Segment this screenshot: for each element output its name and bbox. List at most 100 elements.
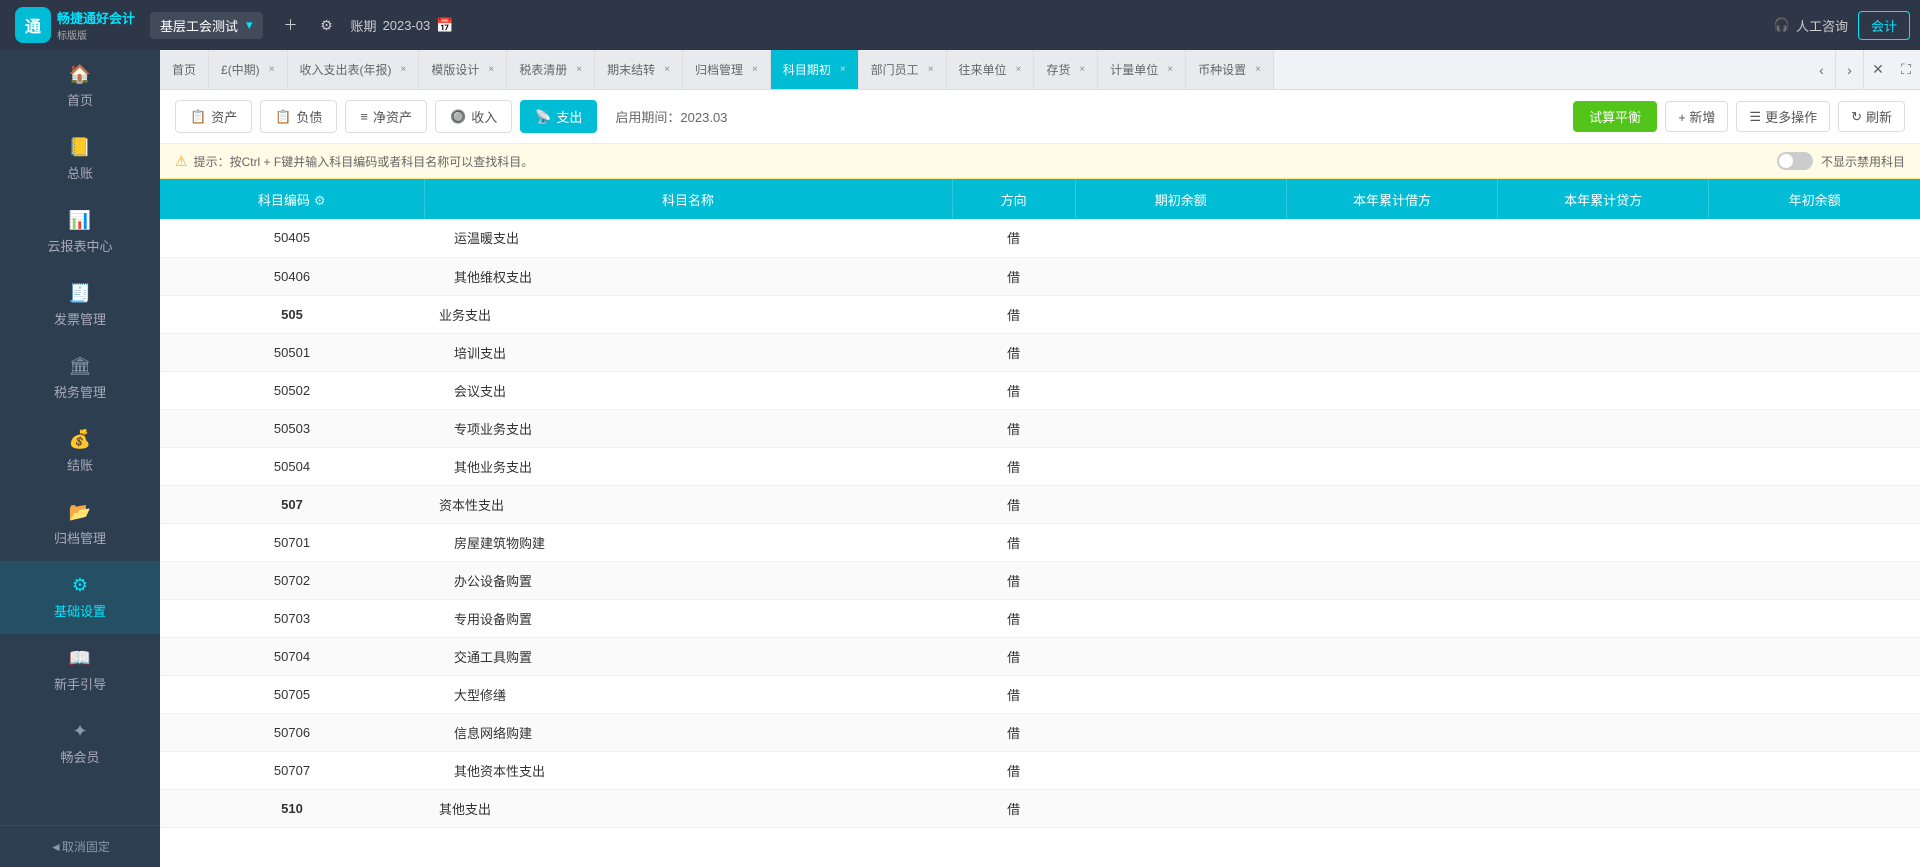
table-row[interactable]: 50501 培训支出 借 bbox=[160, 333, 1920, 371]
table-row[interactable]: 50502 会议支出 借 bbox=[160, 371, 1920, 409]
tab-close-btn[interactable]: × bbox=[752, 64, 758, 75]
tab-close-btn[interactable]: × bbox=[1079, 64, 1085, 75]
tab-----[interactable]: 归档管理× bbox=[683, 50, 771, 89]
tab-close-btn[interactable]: × bbox=[401, 64, 407, 75]
table-row[interactable]: 505 业务支出 借 bbox=[160, 295, 1920, 333]
table-row[interactable]: 510 其他支出 借 bbox=[160, 789, 1920, 827]
cat-tab-liability[interactable]: 📋负债 bbox=[260, 100, 337, 133]
tab----------[interactable]: 收入支出表(年报)× bbox=[288, 50, 420, 89]
user-help[interactable]: 🎧 人工咨询 bbox=[1774, 16, 1848, 35]
cell-annual-credit bbox=[1498, 371, 1709, 409]
cell-name: 其他资本性支出 bbox=[424, 751, 952, 789]
sidebar-item-reports[interactable]: 📊云报表中心 bbox=[0, 196, 160, 269]
cell-annual-debit bbox=[1286, 371, 1497, 409]
tab-----[interactable]: 税表清册× bbox=[507, 50, 595, 89]
cat-tab-equity[interactable]: ≡净资产 bbox=[345, 100, 427, 133]
sidebar-label-ledger: 总账 bbox=[67, 163, 93, 182]
hint-text: 提示：按Ctrl + F键并输入科目编码或者科目名称可以查找科目。 bbox=[194, 153, 534, 170]
sidebar-item-member[interactable]: ✦畅会员 bbox=[0, 707, 160, 780]
col-gear-icon[interactable]: ⚙ bbox=[314, 193, 326, 208]
cell-annual-debit bbox=[1286, 637, 1497, 675]
tab-----[interactable]: 往来单位× bbox=[947, 50, 1035, 89]
tab-close-btn[interactable]: × bbox=[1016, 64, 1022, 75]
tab-nav-left[interactable]: ‹ bbox=[1808, 50, 1836, 89]
table-container[interactable]: 科目编码⚙科目名称方向期初余额本年累计借方本年累计贷方年初余额 50405 运温… bbox=[160, 179, 1920, 867]
tab-close-btn[interactable]: × bbox=[488, 64, 494, 75]
tab-----[interactable]: 模版设计× bbox=[419, 50, 507, 89]
cell-direction: 借 bbox=[952, 371, 1075, 409]
tab-expand[interactable]: ⛶ bbox=[1892, 50, 1920, 89]
table-row[interactable]: 50406 其他维权支出 借 bbox=[160, 257, 1920, 295]
calendar-icon[interactable]: 📅 bbox=[436, 17, 453, 34]
cat-tab-asset[interactable]: 📋资产 bbox=[175, 100, 252, 133]
sidebar-label-settings: 基础设置 bbox=[54, 601, 106, 620]
cell-balance bbox=[1075, 713, 1286, 751]
table-row[interactable]: 50503 专项业务支出 借 bbox=[160, 409, 1920, 447]
company-selector[interactable]: 基层工会测试 ▾ bbox=[150, 12, 263, 39]
sidebar-item-settings[interactable]: ⚙基础设置 bbox=[0, 561, 160, 634]
cell-year-balance bbox=[1709, 219, 1920, 257]
tab-----[interactable]: 部门员工 × bbox=[859, 50, 947, 89]
cell-balance bbox=[1075, 637, 1286, 675]
table-row[interactable]: 50703 专用设备购置 借 bbox=[160, 599, 1920, 637]
tab-label: £(中期) bbox=[221, 61, 260, 78]
tab-----[interactable]: 期末结转× bbox=[595, 50, 683, 89]
th-year_balance: 年初余额 bbox=[1709, 179, 1920, 219]
tab-close-btn[interactable]: × bbox=[840, 64, 846, 75]
cell-annual-debit bbox=[1286, 599, 1497, 637]
more-button[interactable]: ☰ 更多操作 bbox=[1736, 101, 1830, 132]
tab---[interactable]: 首页 bbox=[160, 50, 209, 89]
tab------[interactable]: £(中期) × bbox=[209, 50, 288, 89]
table-row[interactable]: 50706 信息网络购建 借 bbox=[160, 713, 1920, 751]
help-label: 人工咨询 bbox=[1796, 16, 1848, 35]
table-row[interactable]: 50405 运温暖支出 借 bbox=[160, 219, 1920, 257]
cell-annual-debit bbox=[1286, 789, 1497, 827]
table-row[interactable]: 50701 房屋建筑物购建 借 bbox=[160, 523, 1920, 561]
cell-balance bbox=[1075, 789, 1286, 827]
cell-annual-credit bbox=[1498, 675, 1709, 713]
sidebar-item-tax[interactable]: 🏛税务管理 bbox=[0, 342, 160, 415]
company-name: 基层工会测试 bbox=[160, 16, 238, 35]
cell-year-balance bbox=[1709, 713, 1920, 751]
tab-----[interactable]: 币种设置× bbox=[1186, 50, 1274, 89]
tab---[interactable]: 存货× bbox=[1034, 50, 1098, 89]
sidebar-item-home[interactable]: 🏠首页 bbox=[0, 50, 160, 123]
add-button[interactable]: + 新增 bbox=[1665, 101, 1728, 132]
table-row[interactable]: 50704 交通工具购置 借 bbox=[160, 637, 1920, 675]
sidebar-item-invoices[interactable]: 🧾发票管理 bbox=[0, 269, 160, 342]
tab-close-all[interactable]: ✕ bbox=[1864, 50, 1892, 89]
sidebar-item-ledger[interactable]: 📒总账 bbox=[0, 123, 160, 196]
sidebar-item-guide[interactable]: 📖新手引导 bbox=[0, 634, 160, 707]
logo-area: 通 畅捷通好会计 标版版 bbox=[10, 7, 140, 43]
disable-toggle[interactable] bbox=[1777, 152, 1813, 170]
tab-close-btn[interactable]: × bbox=[269, 64, 275, 75]
sidebar-item-archive[interactable]: 📂归档管理 bbox=[0, 488, 160, 561]
tab-close-btn[interactable]: × bbox=[1167, 64, 1173, 75]
sidebar-collapse-btn[interactable]: ◄取消固定 bbox=[0, 825, 160, 867]
table-row[interactable]: 50705 大型修缮 借 bbox=[160, 675, 1920, 713]
tab-label: 部门员工 bbox=[871, 61, 919, 78]
balance-button[interactable]: 试算平衡 bbox=[1573, 101, 1657, 132]
sidebar-item-checkout[interactable]: 💰结账 bbox=[0, 415, 160, 488]
account-button[interactable]: 会计 bbox=[1858, 11, 1910, 40]
tab-close-btn[interactable]: × bbox=[1255, 64, 1261, 75]
liability-cat-icon: 📋 bbox=[275, 109, 291, 125]
table-row[interactable]: 50504 其他业务支出 借 bbox=[160, 447, 1920, 485]
tab-close-btn[interactable]: × bbox=[928, 64, 934, 75]
cell-code: 50405 bbox=[160, 219, 424, 257]
table-row[interactable]: 507 资本性支出 借 bbox=[160, 485, 1920, 523]
tab-----[interactable]: 计量单位× bbox=[1098, 50, 1186, 89]
top-icons: ＋ ⚙ bbox=[277, 11, 341, 39]
add-icon-btn[interactable]: ＋ bbox=[277, 11, 305, 39]
cat-tab-expense[interactable]: 📡支出 bbox=[520, 100, 597, 133]
tab-----[interactable]: 科目期初× bbox=[771, 50, 859, 89]
cat-tab-income[interactable]: 🔘收入 bbox=[435, 100, 512, 133]
tab-nav-right[interactable]: › bbox=[1836, 50, 1864, 89]
settings-icon-btn[interactable]: ⚙ bbox=[313, 11, 341, 39]
table-row[interactable]: 50707 其他资本性支出 借 bbox=[160, 751, 1920, 789]
table-row[interactable]: 50702 办公设备购置 借 bbox=[160, 561, 1920, 599]
tab-close-btn[interactable]: × bbox=[664, 64, 670, 75]
refresh-button[interactable]: ↻ 刷新 bbox=[1838, 101, 1905, 132]
cell-code: 505 bbox=[160, 295, 424, 333]
tab-close-btn[interactable]: × bbox=[576, 64, 582, 75]
